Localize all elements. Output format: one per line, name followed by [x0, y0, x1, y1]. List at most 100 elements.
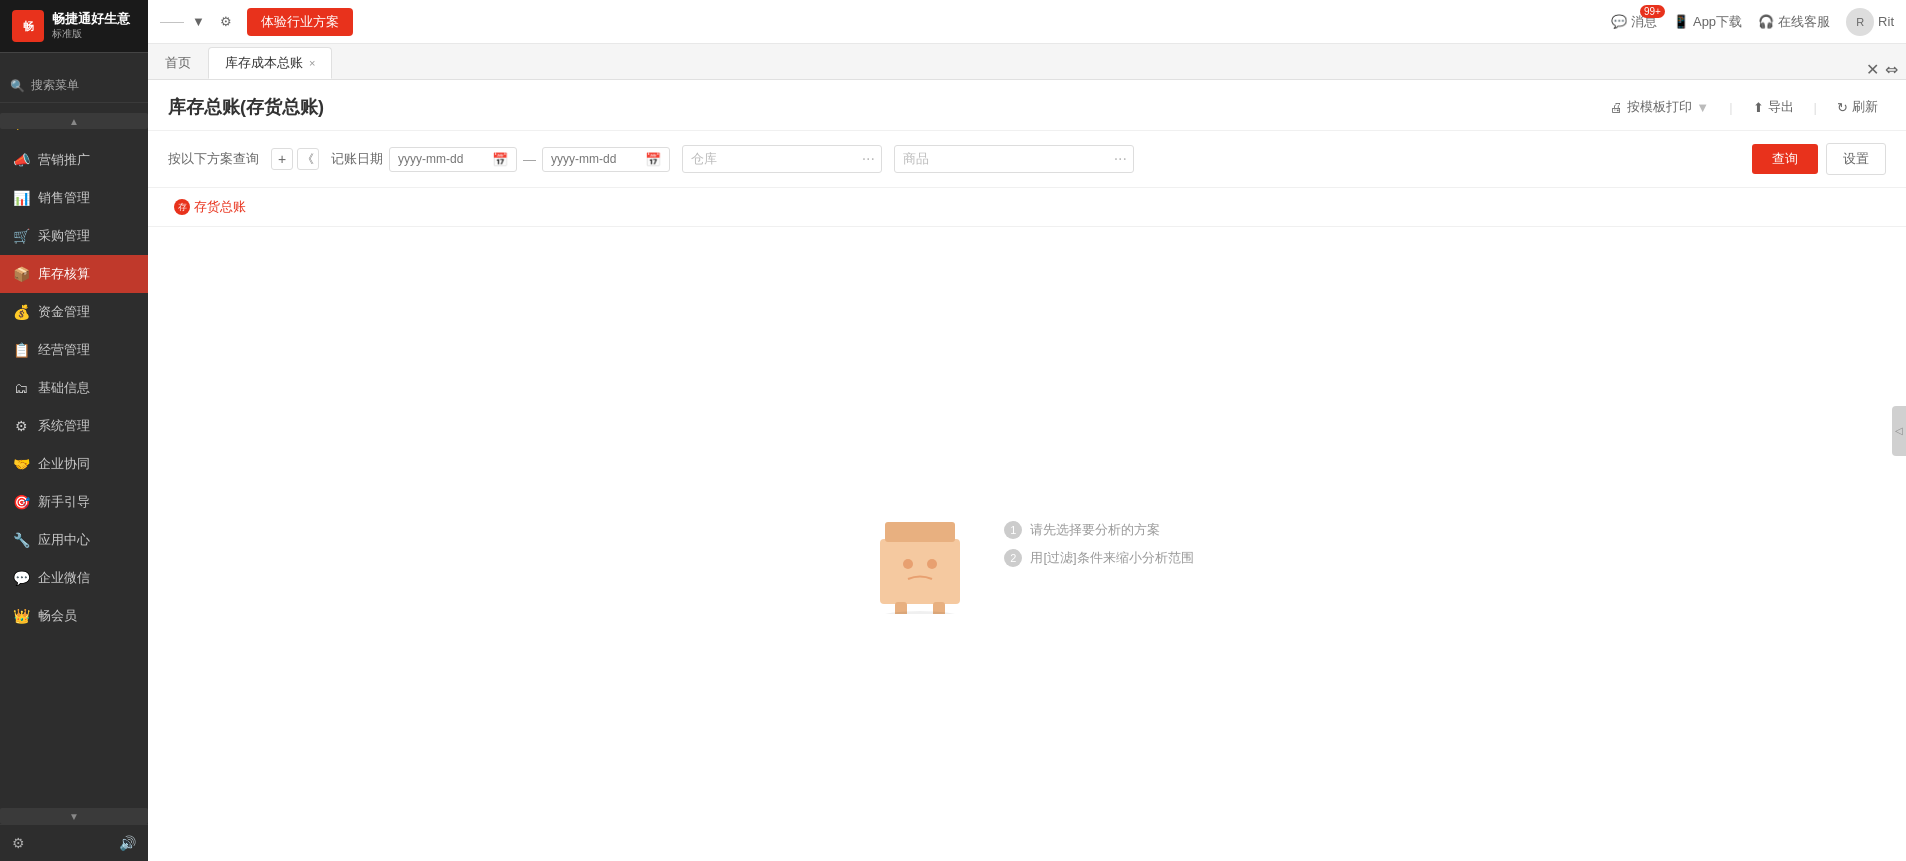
- expand-panel-btn[interactable]: ⇔: [1885, 60, 1898, 79]
- marketing-icon: 📣: [12, 151, 30, 169]
- message-icon: 💬: [1611, 14, 1627, 29]
- sidebar-item-wechat[interactable]: 💬 企业微信: [0, 559, 148, 597]
- messages-btn[interactable]: 💬 消息 99+: [1611, 13, 1657, 31]
- search-menu[interactable]: 🔍 搜索菜单: [0, 69, 148, 103]
- username-label: Rit: [1878, 14, 1894, 29]
- sidebar-item-appstore[interactable]: 🔧 应用中心: [0, 521, 148, 559]
- app-download-label: App下载: [1693, 13, 1742, 31]
- sidebar: 畅 畅捷通好生意 标准版 ▲ 🔍 搜索菜单 ⚡ 快捷导航 📣 营销推广 📊 销售…: [0, 0, 148, 861]
- sidebar-item-sales[interactable]: 📊 销售管理: [0, 179, 148, 217]
- refresh-label: 刷新: [1852, 98, 1878, 116]
- sidebar-item-label: 资金管理: [38, 303, 90, 321]
- page-title: 库存总账(存货总账): [168, 95, 324, 119]
- topbar-breadcrumb: ——: [160, 15, 184, 29]
- sidebar-item-label: 企业协同: [38, 455, 90, 473]
- date-from-input[interactable]: [398, 152, 488, 166]
- date-to-wrap: 📅: [542, 147, 670, 172]
- print-dropdown-icon: ▼: [1696, 100, 1709, 115]
- tab-close-btn[interactable]: ×: [309, 57, 315, 69]
- app-download-btn[interactable]: 📱 App下载: [1673, 13, 1742, 31]
- sidebar-item-finance[interactable]: 💰 资金管理: [0, 293, 148, 331]
- export-label: 导出: [1768, 98, 1794, 116]
- close-panel-btn[interactable]: ✕: [1866, 60, 1879, 79]
- empty-text: 1 请先选择要分析的方案 2 用[过滤]条件来缩小分析范围: [1004, 521, 1193, 567]
- logo-icon: 畅: [12, 10, 44, 42]
- settings-footer-btn[interactable]: ⚙: [12, 835, 25, 851]
- filter-settings-btn[interactable]: 设置: [1826, 143, 1886, 175]
- calendar-to-icon[interactable]: 📅: [645, 152, 661, 167]
- sidebar-item-label: 销售管理: [38, 189, 90, 207]
- calendar-from-icon[interactable]: 📅: [492, 152, 508, 167]
- service-icon: 🎧: [1758, 14, 1774, 29]
- sidebar-item-operation[interactable]: 📋 经营管理: [0, 331, 148, 369]
- action-divider-2: |: [1814, 100, 1817, 115]
- online-service-btn[interactable]: 🎧 在线客服: [1758, 13, 1830, 31]
- sidebar-item-cooperation[interactable]: 🤝 企业协同: [0, 445, 148, 483]
- date-label: 记账日期: [331, 150, 383, 168]
- sidebar-item-label: 经营管理: [38, 341, 90, 359]
- eye-right: [927, 559, 937, 569]
- date-filter: 记账日期 📅 — 📅: [331, 147, 670, 172]
- collapse-btn[interactable]: 《: [297, 148, 319, 170]
- product-filter[interactable]: 商品 ···: [894, 145, 1134, 173]
- page-header: 库存总账(存货总账) 🖨 按模板打印 ▼ | ⬆ 导出 | ↻ 刷新: [148, 80, 1906, 131]
- scroll-down-btn[interactable]: ▼: [0, 808, 148, 824]
- sidebar-item-marketing[interactable]: 📣 营销推广: [0, 141, 148, 179]
- sidebar-item-guide[interactable]: 🎯 新手引导: [0, 483, 148, 521]
- sidebar-footer: ⚙ 🔊: [0, 824, 148, 861]
- side-panel-toggle[interactable]: ◁: [1892, 406, 1906, 456]
- refresh-btn[interactable]: ↻ 刷新: [1829, 94, 1886, 120]
- hint-num-1: 1: [1004, 521, 1022, 539]
- query-btn[interactable]: 查询: [1752, 144, 1818, 174]
- app-logo: 畅 畅捷通好生意 标准版: [0, 0, 148, 53]
- sidebar-item-label: 新手引导: [38, 493, 90, 511]
- warehouse-filter[interactable]: 仓库 ···: [682, 145, 882, 173]
- refresh-icon: ↻: [1837, 100, 1848, 115]
- scheme-item[interactable]: 存 存货总账: [168, 196, 252, 218]
- shadow: [882, 611, 958, 614]
- scroll-up-btn[interactable]: ▲: [0, 113, 148, 129]
- tabs-bar: 首页 库存成本总账 × ✕ ⇔: [148, 44, 1906, 80]
- sidebar-item-label: 应用中心: [38, 531, 90, 549]
- warehouse-more-icon[interactable]: ···: [862, 150, 875, 168]
- warehouse-placeholder: 仓库: [691, 150, 717, 168]
- member-icon: 👑: [12, 607, 30, 625]
- sidebar-item-label: 企业微信: [38, 569, 90, 587]
- topbar-settings-btn[interactable]: ⚙: [213, 9, 239, 35]
- hint-text-1: 请先选择要分析的方案: [1030, 521, 1160, 539]
- export-btn[interactable]: ⬆ 导出: [1745, 94, 1802, 120]
- print-icon: 🖨: [1610, 100, 1623, 115]
- sidebar-item-system[interactable]: ⚙ 系统管理: [0, 407, 148, 445]
- add-scheme-btn[interactable]: +: [271, 148, 293, 170]
- wechat-icon: 💬: [12, 569, 30, 587]
- tab-inventory-ledger[interactable]: 库存成本总账 ×: [208, 47, 332, 79]
- inventory-icon: 📦: [12, 265, 30, 283]
- dropdown-arrow-icon[interactable]: ▼: [192, 14, 205, 29]
- sidebar-item-basic[interactable]: 🗂 基础信息: [0, 369, 148, 407]
- tab-home[interactable]: 首页: [148, 47, 208, 79]
- appstore-icon: 🔧: [12, 531, 30, 549]
- app-name: 畅捷通好生意: [52, 11, 130, 28]
- search-menu-label: 搜索菜单: [31, 77, 79, 94]
- sidebar-item-member[interactable]: 👑 畅会员: [0, 597, 148, 635]
- product-placeholder: 商品: [903, 150, 929, 168]
- topbar-left: —— ▼ ⚙ 体验行业方案: [160, 8, 1601, 36]
- print-btn[interactable]: 🖨 按模板打印 ▼: [1602, 94, 1717, 120]
- trial-btn[interactable]: 体验行业方案: [247, 8, 353, 36]
- product-more-icon[interactable]: ···: [1114, 150, 1127, 168]
- date-to-input[interactable]: [551, 152, 641, 166]
- sidebar-item-purchase[interactable]: 🛒 采购管理: [0, 217, 148, 255]
- app-download-icon: 📱: [1673, 14, 1689, 29]
- box-body: [880, 539, 960, 604]
- sidebar-item-inventory[interactable]: 📦 库存核算: [0, 255, 148, 293]
- user-profile-btn[interactable]: R Rit: [1846, 8, 1894, 36]
- avatar: R: [1846, 8, 1874, 36]
- sidebar-item-label: 畅会员: [38, 607, 77, 625]
- page-content: 库存总账(存货总账) 🖨 按模板打印 ▼ | ⬆ 导出 | ↻ 刷新: [148, 80, 1906, 861]
- purchase-icon: 🛒: [12, 227, 30, 245]
- empty-hint-1: 1 请先选择要分析的方案: [1004, 521, 1193, 539]
- active-tab-label: 库存成本总账: [225, 54, 303, 72]
- empty-illustration: [860, 484, 980, 604]
- speaker-footer-btn[interactable]: 🔊: [119, 835, 136, 851]
- filter-bar: 按以下方案查询 + 《 记账日期 📅 — 📅 仓库: [148, 131, 1906, 188]
